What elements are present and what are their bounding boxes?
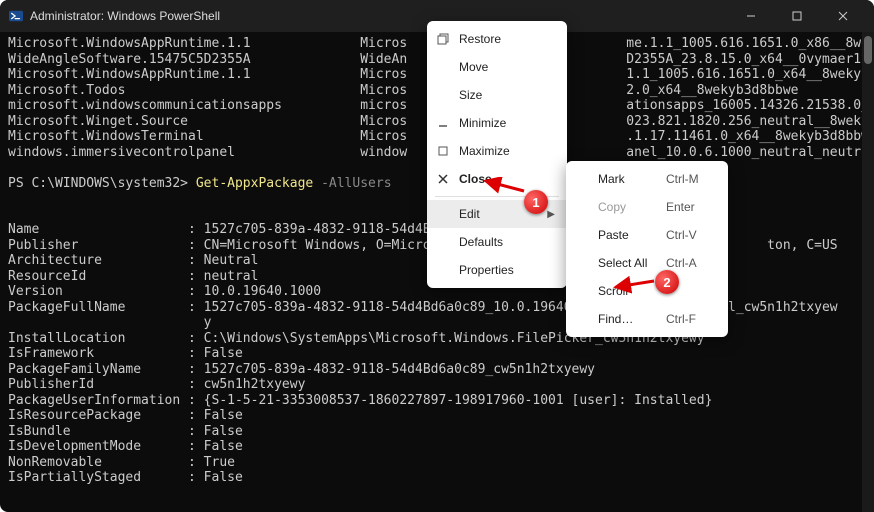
maximize-button[interactable] bbox=[774, 0, 820, 32]
menu-item-label: Defaults bbox=[459, 235, 555, 249]
menu-item-shortcut: Enter bbox=[666, 200, 716, 214]
powershell-icon bbox=[8, 8, 24, 24]
output-line: InstallLocation : C:\Windows\SystemApps\… bbox=[8, 331, 866, 347]
output-line: IsDevelopmentMode : False bbox=[8, 439, 866, 455]
menu-item-minimize[interactable]: Minimize bbox=[427, 109, 567, 137]
menu-item-find-[interactable]: Find…Ctrl-F bbox=[566, 305, 728, 333]
output-line: PublisherId : cw5n1h2txyewy bbox=[8, 377, 866, 393]
menu-item-label: Restore bbox=[459, 32, 555, 46]
menu-item-shortcut: Ctrl-M bbox=[666, 172, 716, 186]
menu-item-shortcut: Ctrl-V bbox=[666, 228, 716, 242]
menu-item-copy[interactable]: CopyEnter bbox=[566, 193, 728, 221]
annotation-callout-2: 2 bbox=[655, 270, 679, 294]
menu-item-properties[interactable]: Properties bbox=[427, 256, 567, 284]
menu-item-select-all[interactable]: Select AllCtrl-A bbox=[566, 249, 728, 277]
menu-item-mark[interactable]: MarkCtrl-M bbox=[566, 165, 728, 193]
output-line: IsPartiallyStaged : False bbox=[8, 470, 866, 486]
menu-item-paste[interactable]: PasteCtrl-V bbox=[566, 221, 728, 249]
minimize-button[interactable] bbox=[728, 0, 774, 32]
close-button[interactable] bbox=[820, 0, 866, 32]
output-line: IsFramework : False bbox=[8, 346, 866, 362]
menu-item-label: Copy bbox=[598, 200, 666, 214]
menu-item-label: Size bbox=[459, 88, 555, 102]
window-context-menu: RestoreMoveSizeMinimizeMaximizeCloseEdit… bbox=[427, 21, 567, 288]
menu-item-size[interactable]: Size bbox=[427, 81, 567, 109]
menu-item-shortcut: Ctrl-F bbox=[666, 312, 716, 326]
title-text: Administrator: Windows PowerShell bbox=[30, 9, 220, 23]
annotation-callout-1: 1 bbox=[524, 190, 548, 214]
restore-icon bbox=[427, 33, 459, 45]
output-line: NonRemovable : True bbox=[8, 455, 866, 471]
output-line: PackageFullName : 1527c705-839a-4832-911… bbox=[8, 300, 866, 316]
maximize-icon bbox=[427, 145, 459, 157]
scrollbar-thumb[interactable] bbox=[864, 36, 872, 64]
menu-item-shortcut: Ctrl-A bbox=[666, 256, 716, 270]
minimize-icon bbox=[427, 117, 459, 129]
edit-submenu: MarkCtrl-MCopyEnterPasteCtrl-VSelect All… bbox=[566, 161, 728, 337]
output-line: PackageFamilyName : 1527c705-839a-4832-9… bbox=[8, 362, 866, 378]
menu-item-label: Properties bbox=[459, 263, 555, 277]
menu-item-move[interactable]: Move bbox=[427, 53, 567, 81]
menu-item-label: Minimize bbox=[459, 116, 555, 130]
annotation-arrow bbox=[482, 177, 526, 197]
close-icon bbox=[427, 173, 459, 185]
output-line: y bbox=[8, 315, 866, 331]
menu-item-maximize[interactable]: Maximize bbox=[427, 137, 567, 165]
powershell-window: Administrator: Windows PowerShell Micros… bbox=[0, 0, 874, 512]
output-line: PackageUserInformation : {S-1-5-21-33530… bbox=[8, 393, 866, 409]
menu-item-defaults[interactable]: Defaults bbox=[427, 228, 567, 256]
menu-item-label: Maximize bbox=[459, 144, 555, 158]
menu-item-restore[interactable]: Restore bbox=[427, 25, 567, 53]
menu-item-label: Mark bbox=[598, 172, 666, 186]
annotation-arrow bbox=[612, 275, 656, 295]
menu-item-label: Paste bbox=[598, 228, 666, 242]
output-line: IsBundle : False bbox=[8, 424, 866, 440]
scrollbar[interactable] bbox=[862, 32, 874, 512]
menu-item-label: Move bbox=[459, 60, 555, 74]
menu-item-label: Find… bbox=[598, 312, 666, 326]
output-line: IsResourcePackage : False bbox=[8, 408, 866, 424]
menu-item-label: Select All bbox=[598, 256, 666, 270]
